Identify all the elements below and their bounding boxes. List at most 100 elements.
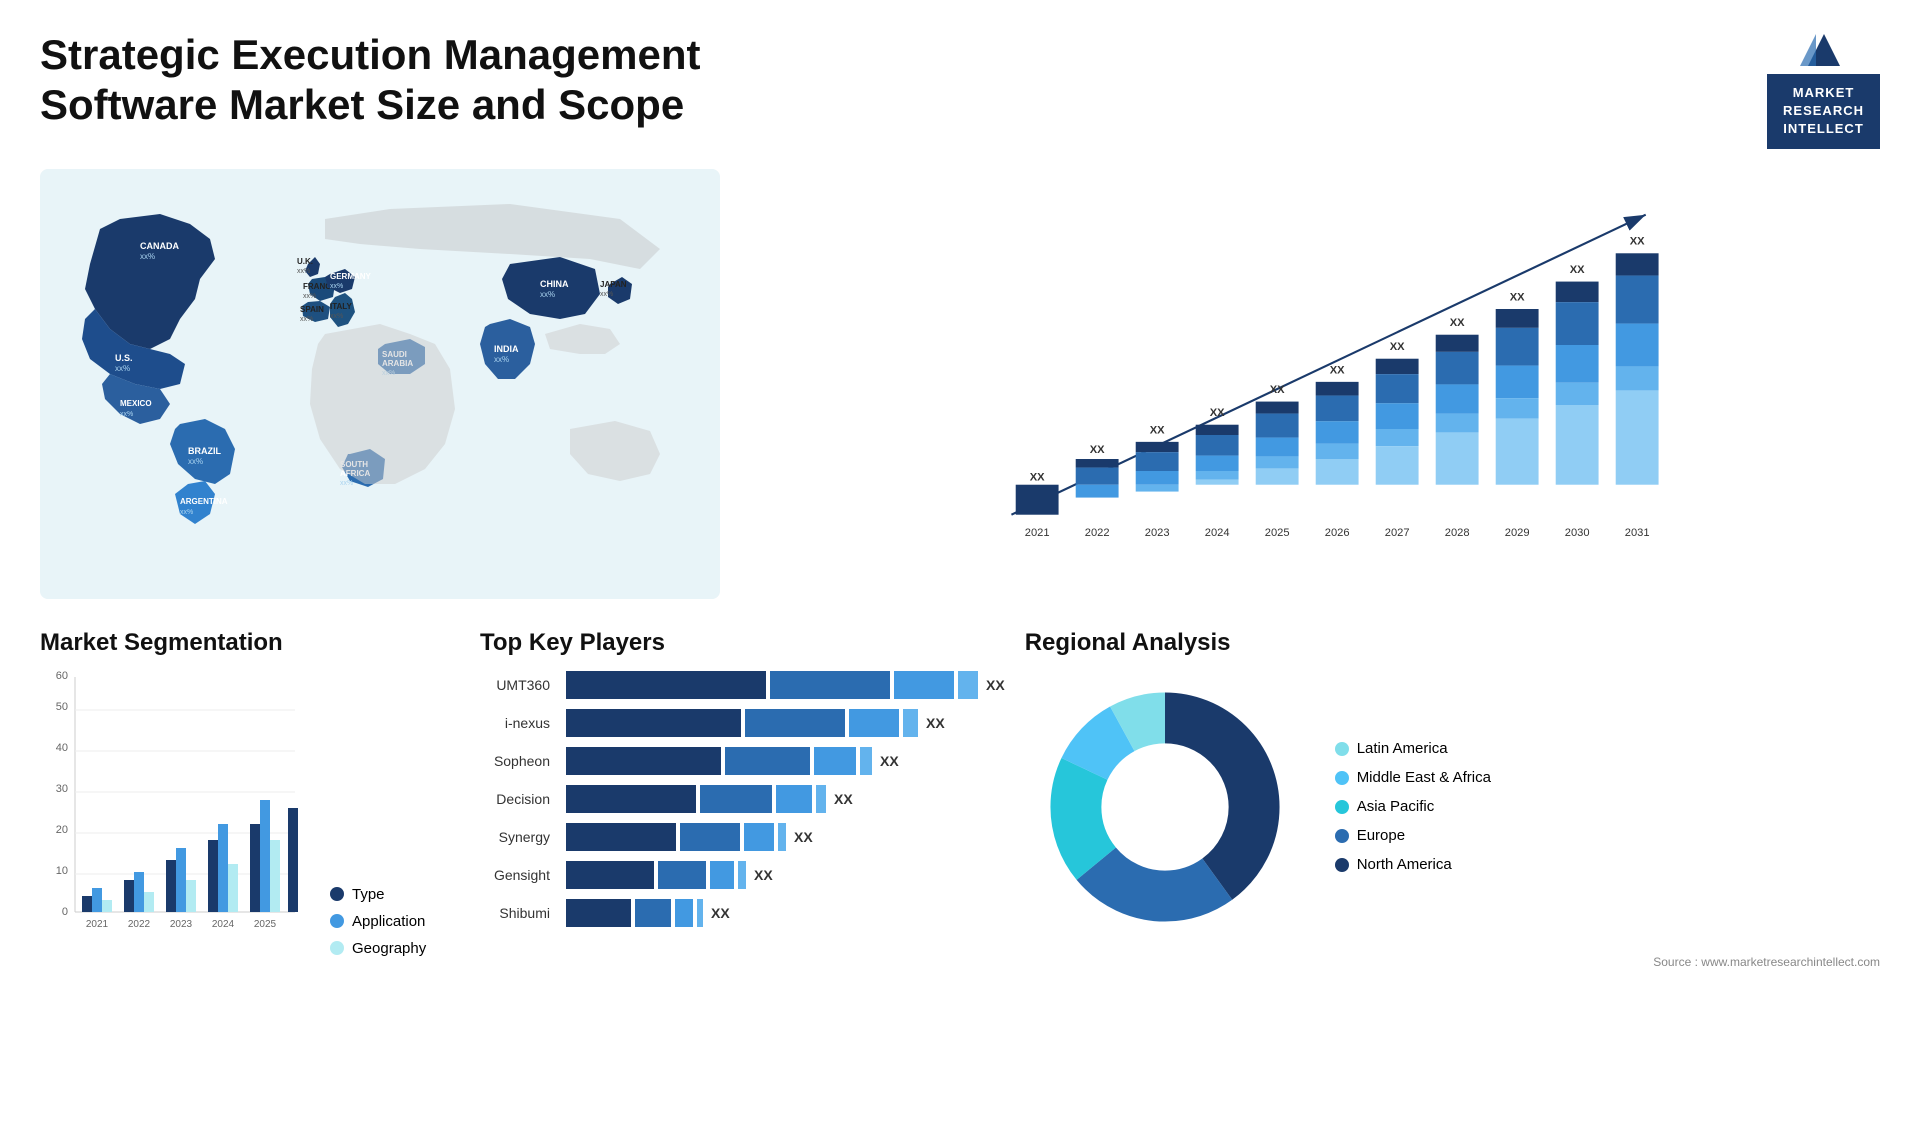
svg-text:xx%: xx% (303, 293, 316, 300)
growth-bar-chart: XX 2021 XX 2022 XX 2023 (800, 189, 1840, 549)
player-name-shibumi: Shibumi (480, 905, 560, 921)
player-xx-sopheon: XX (880, 753, 899, 769)
regional-content: Latin America Middle East & Africa Asia … (1025, 667, 1880, 947)
reg-label-europe: Europe (1357, 827, 1405, 844)
page-container: Strategic Execution Management Software … (0, 0, 1920, 1146)
legend-geography: Geography (330, 940, 426, 957)
svg-text:CANADA: CANADA (140, 241, 179, 251)
player-row-decision: Decision XX (480, 785, 1005, 813)
svg-text:XX: XX (1630, 235, 1645, 247)
segmentation-section: Market Segmentation 0 10 20 30 40 50 60 (40, 629, 460, 1009)
reg-legend-latin-america: Latin America (1335, 740, 1491, 757)
player-row-sopheon: Sopheon XX (480, 747, 1005, 775)
legend-type-dot (330, 887, 344, 901)
svg-text:JAPAN: JAPAN (600, 280, 627, 289)
player-name-sopheon: Sopheon (480, 753, 560, 769)
svg-text:2023: 2023 (1145, 527, 1170, 539)
regional-section: Regional Analysis (1025, 629, 1880, 1009)
bottom-section: Market Segmentation 0 10 20 30 40 50 60 (40, 629, 1880, 1009)
header: Strategic Execution Management Software … (40, 30, 1880, 149)
svg-text:30: 30 (56, 783, 68, 795)
svg-text:ARGENTINA: ARGENTINA (180, 497, 228, 506)
svg-text:60: 60 (56, 670, 68, 682)
svg-text:XX: XX (1390, 341, 1405, 353)
legend-application-label: Application (352, 913, 425, 930)
svg-text:xx%: xx% (540, 290, 555, 299)
player-bar-gensight: XX (566, 861, 1005, 889)
svg-text:INDIA: INDIA (494, 344, 519, 354)
player-name-umt360: UMT360 (480, 677, 560, 693)
player-bar-inexus: XX (566, 709, 1005, 737)
reg-legend-north-america: North America (1335, 856, 1491, 873)
player-name-gensight: Gensight (480, 867, 560, 883)
svg-text:2021: 2021 (1025, 527, 1050, 539)
world-map-svg: CANADA xx% U.S. xx% MEXICO xx% BRAZIL xx… (40, 169, 720, 599)
player-name-inexus: i-nexus (480, 715, 560, 731)
player-bar-decision: XX (566, 785, 1005, 813)
player-xx-synergy: XX (794, 829, 813, 845)
svg-text:2031: 2031 (1625, 527, 1650, 539)
svg-text:2022: 2022 (1085, 527, 1110, 539)
donut-chart (1025, 667, 1305, 947)
svg-text:XX: XX (1030, 471, 1045, 483)
logo-area: MARKET RESEARCH INTELLECT (1767, 30, 1880, 149)
player-name-decision: Decision (480, 791, 560, 807)
legend-application-dot (330, 914, 344, 928)
regional-legend: Latin America Middle East & Africa Asia … (1335, 740, 1491, 873)
reg-label-asia-pacific: Asia Pacific (1357, 798, 1435, 815)
svg-text:SPAIN: SPAIN (300, 305, 324, 314)
svg-text:XX: XX (1150, 424, 1165, 436)
reg-dot-latin-america (1335, 742, 1349, 756)
segmentation-chart-wrap: 0 10 20 30 40 50 60 (40, 667, 460, 957)
svg-text:xx%: xx% (120, 411, 133, 418)
segmentation-chart: 0 10 20 30 40 50 60 (40, 667, 300, 957)
svg-text:xx%: xx% (188, 457, 203, 466)
svg-text:XX: XX (1210, 407, 1225, 419)
svg-text:50: 50 (56, 701, 68, 713)
player-row-shibumi: Shibumi XX (480, 899, 1005, 927)
regional-title: Regional Analysis (1025, 629, 1880, 657)
svg-text:2027: 2027 (1385, 527, 1410, 539)
svg-text:xx%: xx% (600, 291, 613, 298)
reg-dot-north-america (1335, 858, 1349, 872)
svg-text:10: 10 (56, 865, 68, 877)
reg-legend-mea: Middle East & Africa (1335, 769, 1491, 786)
svg-text:xx%: xx% (340, 480, 353, 487)
svg-text:CHINA: CHINA (540, 279, 569, 289)
svg-text:xx%: xx% (180, 509, 193, 516)
reg-legend-europe: Europe (1335, 827, 1491, 844)
players-section: Top Key Players UMT360 XX i-nexus (480, 629, 1005, 1009)
player-row-gensight: Gensight XX (480, 861, 1005, 889)
legend-type: Type (330, 886, 426, 903)
svg-text:XX: XX (1090, 444, 1105, 456)
source-text: Source : www.marketresearchintellect.com (1025, 955, 1880, 969)
svg-text:xx%: xx% (115, 364, 130, 373)
logo-box: MARKET RESEARCH INTELLECT (1767, 74, 1880, 149)
player-xx-inexus: XX (926, 715, 945, 731)
player-xx-gensight: XX (754, 867, 773, 883)
svg-text:xx%: xx% (297, 268, 310, 275)
player-xx-decision: XX (834, 791, 853, 807)
svg-text:0: 0 (62, 906, 68, 918)
svg-text:GERMANY: GERMANY (330, 272, 372, 281)
svg-text:xx%: xx% (140, 252, 155, 261)
svg-text:2024: 2024 (212, 919, 235, 930)
svg-text:xx%: xx% (494, 355, 509, 364)
player-bar-sopheon: XX (566, 747, 1005, 775)
segmentation-title: Market Segmentation (40, 629, 460, 657)
player-row-inexus: i-nexus XX (480, 709, 1005, 737)
svg-text:XX: XX (1570, 264, 1585, 276)
svg-text:XX: XX (1450, 317, 1465, 329)
bar-chart-container: XX 2021 XX 2022 XX 2023 (740, 169, 1880, 599)
reg-label-latin-america: Latin America (1357, 740, 1448, 757)
svg-text:2025: 2025 (254, 919, 277, 930)
logo-icon (1799, 30, 1849, 70)
svg-text:U.S.: U.S. (115, 353, 133, 363)
player-name-synergy: Synergy (480, 829, 560, 845)
svg-text:2025: 2025 (1265, 527, 1290, 539)
player-xx-shibumi: XX (711, 905, 730, 921)
players-list: UMT360 XX i-nexus (480, 671, 1005, 927)
player-bar-synergy: XX (566, 823, 1005, 851)
reg-label-north-america: North America (1357, 856, 1452, 873)
svg-text:XX: XX (1510, 291, 1525, 303)
